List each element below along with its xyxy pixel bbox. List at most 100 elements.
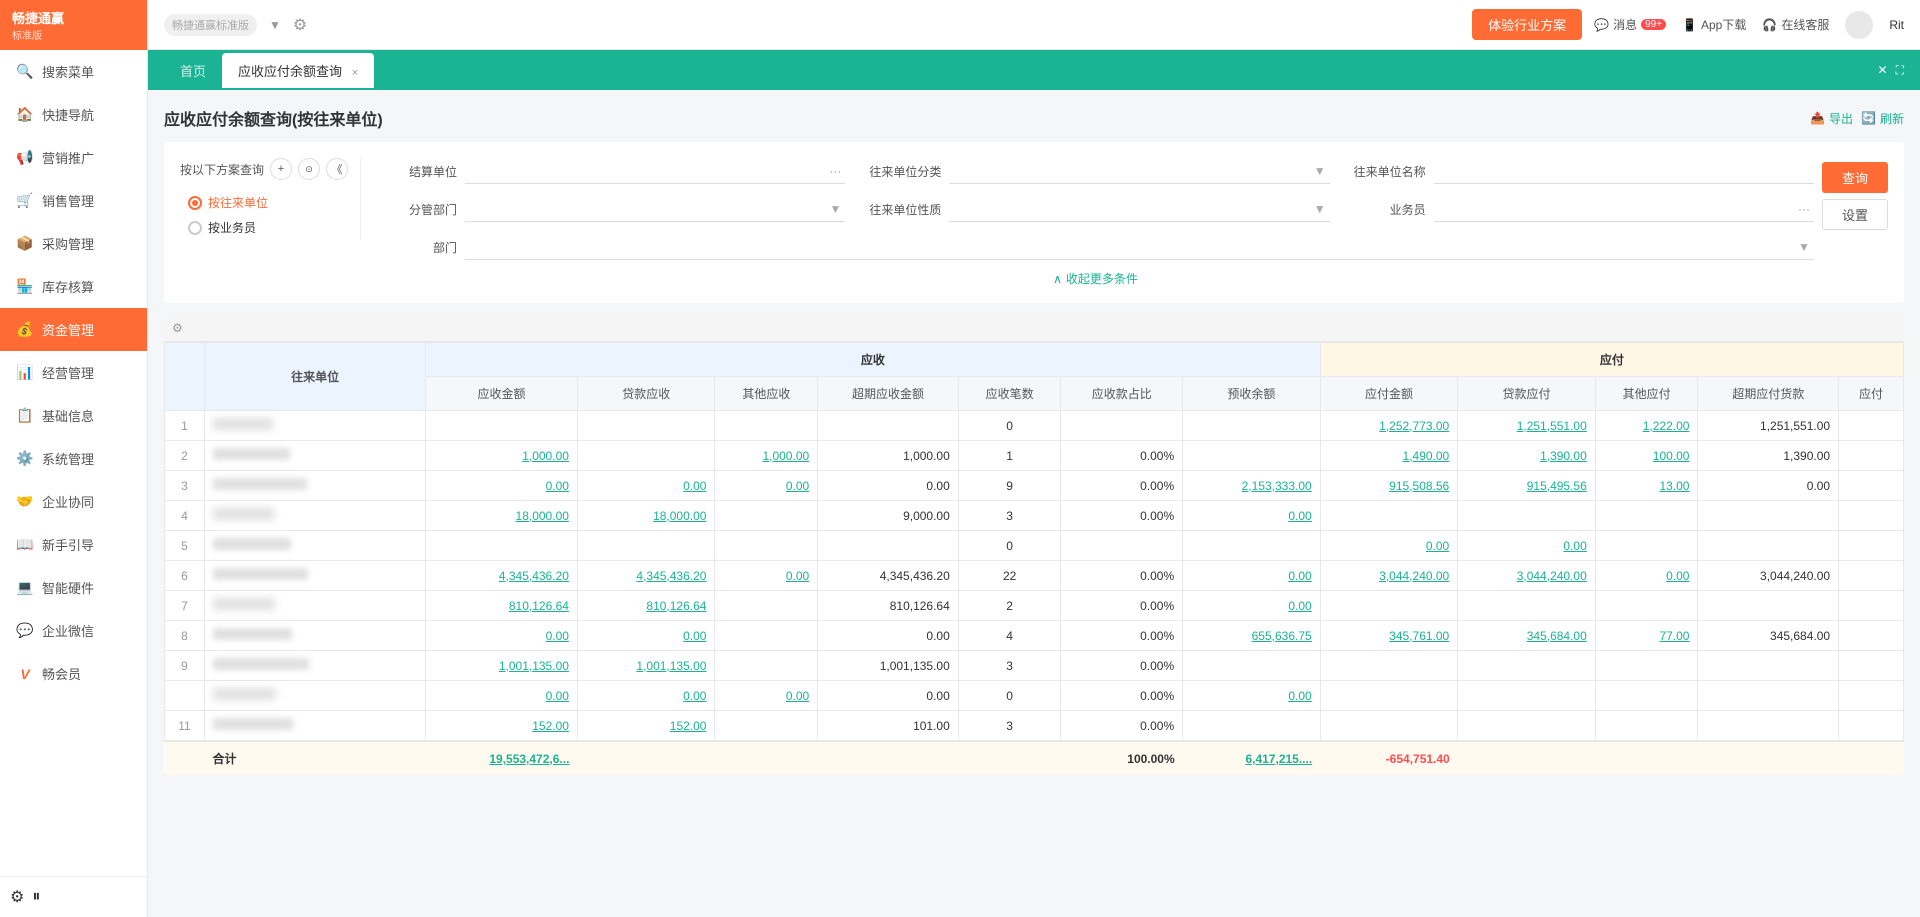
search-icon: 🔍 bbox=[16, 63, 34, 80]
sidebar-item-wechat[interactable]: 💬 企业微信 bbox=[0, 609, 147, 652]
row-unit bbox=[205, 441, 426, 471]
page-content: 应收应付余额查询(按往来单位) 📤 导出 🔄 刷新 bbox=[148, 90, 1920, 917]
fullscreen-icon[interactable]: ⛶ bbox=[1896, 63, 1904, 78]
search-method-by-unit[interactable]: 按往来单位 bbox=[180, 190, 348, 215]
section-dept-input[interactable]: ▼ bbox=[465, 234, 1814, 260]
sidebar-item-member[interactable]: V 畅会员 bbox=[0, 652, 147, 695]
promo-btn[interactable]: 体验行业方案 bbox=[1472, 9, 1582, 40]
salesperson-dots: ··· bbox=[1798, 202, 1810, 216]
settlement-unit-label: 结算单位 bbox=[377, 163, 457, 180]
sidebar-item-base[interactable]: 📋 基础信息 bbox=[0, 394, 147, 437]
filter-settings-btn[interactable]: ⊙ bbox=[298, 158, 320, 180]
online-service-btn[interactable]: 🎧 在线客服 bbox=[1762, 16, 1829, 33]
sidebar-item-system[interactable]: ⚙️ 系统管理 bbox=[0, 437, 147, 480]
query-btn[interactable]: 查询 bbox=[1822, 162, 1888, 193]
purchase-icon: 📦 bbox=[16, 235, 34, 252]
table-row: 418,000.0018,000.009,000.0030.00%0.00 bbox=[165, 501, 1904, 531]
refresh-btn[interactable]: 🔄 刷新 bbox=[1861, 110, 1904, 127]
sidebar-item-inventory[interactable]: 🏪 库存核算 bbox=[0, 265, 147, 308]
row-number: 5 bbox=[165, 531, 205, 561]
radio-by-unit bbox=[188, 196, 202, 210]
tab-close-icon[interactable]: × bbox=[352, 67, 358, 79]
form-fields: 结算单位 ··· 往来单位分类 bbox=[377, 158, 1814, 260]
close-window-icon[interactable]: ✕ bbox=[1878, 63, 1888, 78]
sidebar-item-search[interactable]: 🔍 搜索菜单 bbox=[0, 50, 147, 93]
topbar-dropdown-icon[interactable]: ▼ bbox=[269, 18, 281, 32]
row-unit bbox=[205, 681, 426, 711]
form-row-1: 结算单位 ··· 往来单位分类 bbox=[377, 158, 1814, 184]
logo-sub: 标准版 bbox=[12, 27, 64, 42]
unit-nature-input[interactable]: ▼ bbox=[949, 196, 1329, 222]
sidebar-item-sales[interactable]: 🛒 销售管理 bbox=[0, 179, 147, 222]
col-unit-header: 往来单位 bbox=[205, 343, 426, 411]
col-ar-amount: 应收金额 bbox=[426, 377, 578, 411]
sidebar-item-label: 智能硬件 bbox=[42, 578, 94, 597]
user-avatar[interactable] bbox=[1845, 11, 1873, 39]
sidebar-item-collab[interactable]: 🤝 企业协同 bbox=[0, 480, 147, 523]
unit-name-input[interactable] bbox=[1434, 158, 1814, 184]
col-ap-overdue: 超期应付货款 bbox=[1698, 377, 1839, 411]
sidebar-item-label: 库存核算 bbox=[42, 277, 94, 296]
filter-collapse-btn[interactable]: 《 bbox=[326, 158, 348, 180]
finance-icon: 💰 bbox=[16, 321, 34, 338]
row-number: 1 bbox=[165, 411, 205, 441]
setting-btn[interactable]: 设置 bbox=[1822, 199, 1888, 230]
field-unit-name: 往来单位名称 bbox=[1346, 158, 1814, 184]
unit-category-input[interactable]: ▼ bbox=[949, 158, 1329, 184]
sidebar-item-shortcut[interactable]: 🏠 快捷导航 bbox=[0, 93, 147, 136]
row-number: 2 bbox=[165, 441, 205, 471]
marketing-icon: 📢 bbox=[16, 149, 34, 166]
form-row-2: 分管部门 ▼ 往来单位性质 bbox=[377, 196, 1814, 222]
topbar-breadcrumb: 畅捷通赢标准版 bbox=[164, 14, 257, 36]
col-ap-loan: 贷款应付 bbox=[1458, 377, 1596, 411]
chevron-up-icon: ∧ bbox=[1053, 272, 1062, 286]
sidebar-item-label: 新手引导 bbox=[42, 535, 94, 554]
operations-icon: 📊 bbox=[16, 364, 34, 381]
export-btn[interactable]: 📤 导出 bbox=[1810, 110, 1853, 127]
row-number: 9 bbox=[165, 651, 205, 681]
sidebar-item-purchase[interactable]: 📦 采购管理 bbox=[0, 222, 147, 265]
salesperson-input[interactable]: ··· bbox=[1434, 196, 1814, 222]
sidebar-item-finance[interactable]: 💰 资金管理 bbox=[0, 308, 147, 351]
add-filter-btn[interactable]: + bbox=[270, 158, 292, 180]
app-download-btn[interactable]: 📱 App下载 bbox=[1682, 16, 1746, 33]
download-icon: 📱 bbox=[1682, 18, 1697, 32]
section-dept-label: 部门 bbox=[377, 239, 457, 256]
sidebar-item-hardware[interactable]: 💻 智能硬件 bbox=[0, 566, 147, 609]
sidebar-item-operations[interactable]: 📊 经营管理 bbox=[0, 351, 147, 394]
collapse-label: 收起更多条件 bbox=[1066, 270, 1138, 287]
tab-home[interactable]: 首页 bbox=[164, 53, 222, 88]
sidebar-item-guide[interactable]: 📖 新手引导 bbox=[0, 523, 147, 566]
row-number bbox=[165, 681, 205, 711]
settlement-unit-dots: ··· bbox=[829, 164, 841, 178]
table-settings-icon[interactable]: ⚙ bbox=[172, 321, 183, 335]
sidebar-item-label: 系统管理 bbox=[42, 449, 94, 468]
footer-ar-amount[interactable]: 19,553,472,6... bbox=[426, 741, 578, 775]
collapse-more-btn[interactable]: ∧ 收起更多条件 bbox=[377, 270, 1814, 287]
row-unit bbox=[205, 561, 426, 591]
field-settlement-unit: 结算单位 ··· bbox=[377, 158, 845, 184]
sidebar-settings-icon[interactable]: ⚙ bbox=[10, 887, 24, 907]
col-ap-amount: 应付金额 bbox=[1320, 377, 1458, 411]
row-number: 6 bbox=[165, 561, 205, 591]
page-header: 应收应付余额查询(按往来单位) 📤 导出 🔄 刷新 bbox=[164, 106, 1904, 130]
app-download-label: App下载 bbox=[1701, 16, 1746, 33]
footer-ar-advance[interactable]: 6,417,215.... bbox=[1183, 741, 1321, 775]
system-icon: ⚙️ bbox=[16, 450, 34, 467]
message-btn[interactable]: 💬 消息 99+ bbox=[1594, 16, 1666, 33]
topbar-settings-icon[interactable]: ⚙ bbox=[293, 15, 307, 35]
home-icon: 🏠 bbox=[16, 106, 34, 123]
sidebar-item-label: 快捷导航 bbox=[42, 105, 94, 124]
settlement-unit-input[interactable]: ··· bbox=[465, 158, 845, 184]
col-ar-overdue: 超期应收金额 bbox=[818, 377, 959, 411]
message-icon: 💬 bbox=[1594, 18, 1609, 32]
sidebar-item-label: 搜索菜单 bbox=[42, 62, 94, 81]
col-ar-group: 应收 bbox=[426, 343, 1321, 377]
export-icon: 📤 bbox=[1810, 111, 1825, 125]
sidebar-item-marketing[interactable]: 📢 营销推广 bbox=[0, 136, 147, 179]
dept-input[interactable]: ▼ bbox=[465, 196, 845, 222]
sidebar-collapse-icon[interactable]: ⏸ bbox=[32, 888, 40, 906]
header-actions: 📤 导出 🔄 刷新 bbox=[1810, 110, 1904, 127]
tab-balance[interactable]: 应收应付余额查询 × bbox=[222, 53, 374, 88]
search-method-by-staff[interactable]: 按业务员 bbox=[180, 215, 348, 240]
